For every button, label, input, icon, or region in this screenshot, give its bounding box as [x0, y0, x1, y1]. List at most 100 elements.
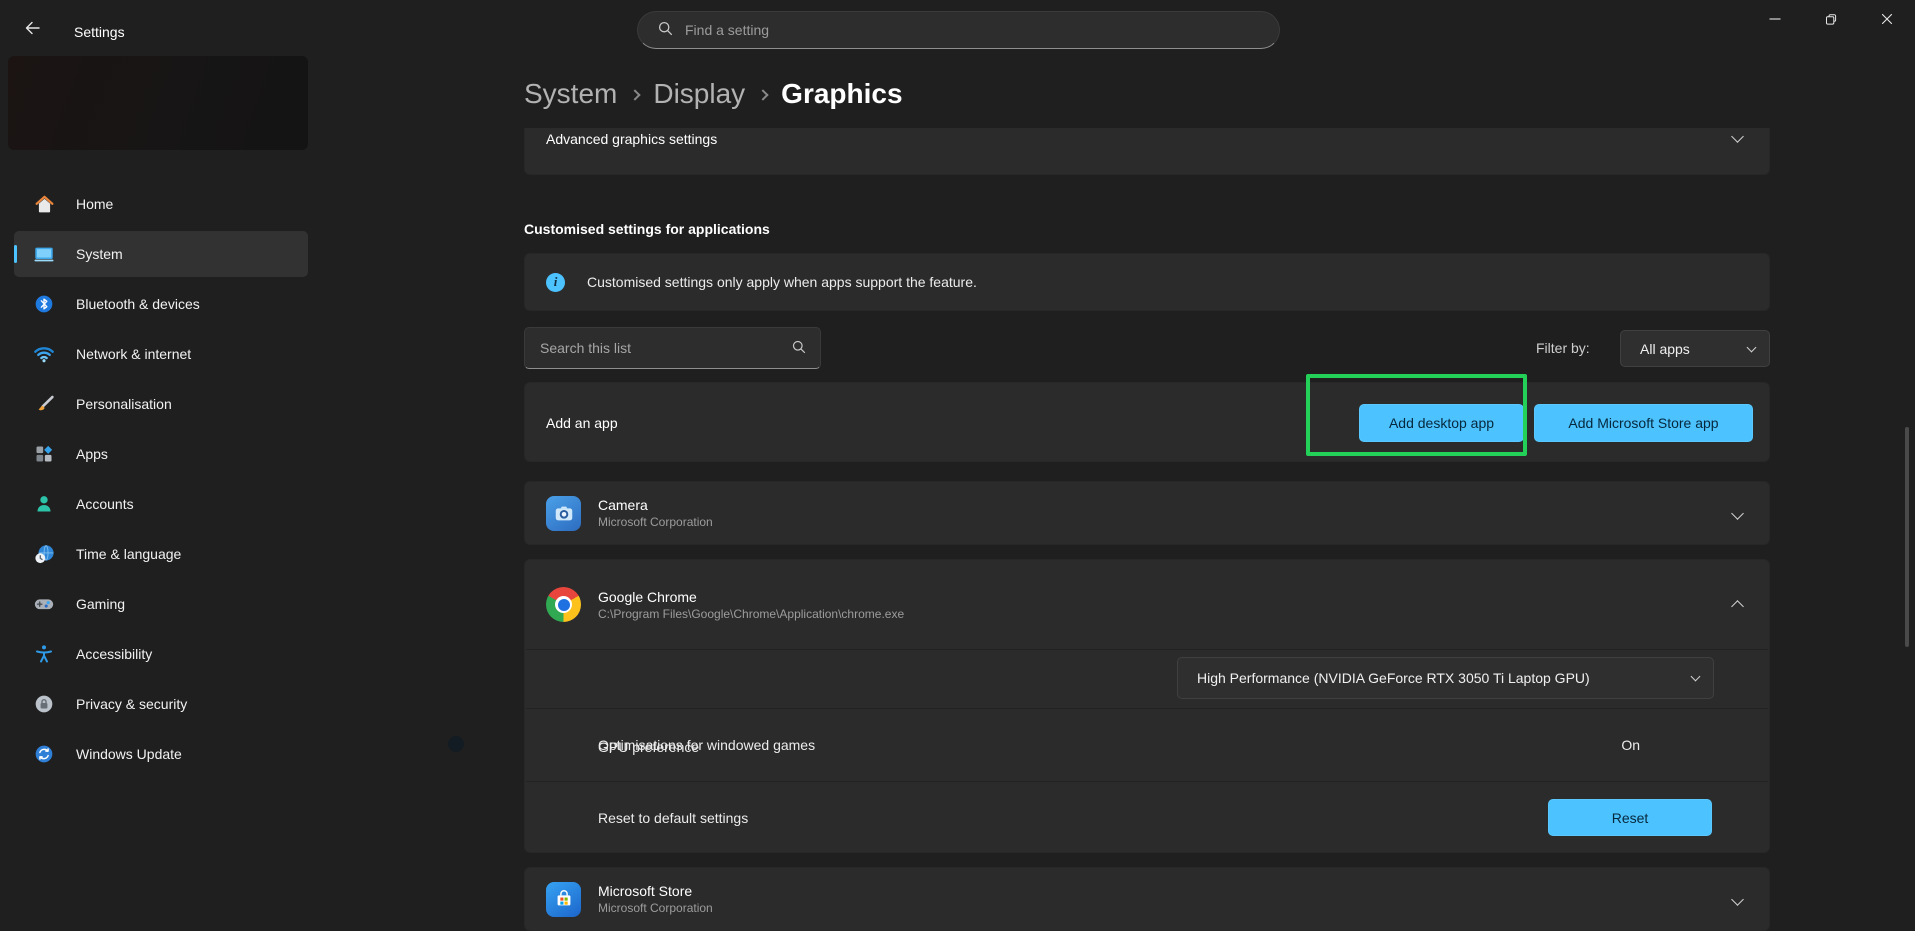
sidebar-label: Gaming — [76, 596, 125, 612]
bluetooth-icon — [33, 293, 55, 315]
camera-app-icon — [546, 496, 581, 531]
filter-value: All apps — [1640, 341, 1690, 357]
privacy-icon — [33, 693, 55, 715]
gpu-preference-dropdown[interactable]: High Performance (NVIDIA GeForce RTX 305… — [1177, 657, 1714, 699]
sidebar-item-accessibility[interactable]: Accessibility — [14, 631, 308, 677]
chevron-right-icon — [630, 89, 641, 100]
windowed-games-label: Optimisations for windowed games — [598, 737, 815, 753]
gaming-icon — [33, 593, 55, 615]
app-card-google-chrome: Google Chrome C:\Program Files\Google\Ch… — [524, 559, 1770, 853]
app-row-google-chrome[interactable]: Google Chrome C:\Program Files\Google\Ch… — [525, 560, 1769, 649]
breadcrumb-display[interactable]: Display — [653, 78, 745, 110]
app-row-microsoft-store[interactable]: Microsoft Store Microsoft Corporation — [524, 867, 1770, 931]
system-icon — [33, 243, 55, 265]
sidebar-item-network-internet[interactable]: Network & internet — [14, 331, 308, 377]
accounts-icon — [33, 493, 55, 515]
app-row-camera[interactable]: Camera Microsoft Corporation — [524, 481, 1770, 545]
back-button[interactable] — [14, 12, 50, 46]
chevron-right-icon — [758, 89, 769, 100]
app-name: Microsoft Store — [598, 882, 713, 900]
search-icon — [658, 21, 673, 39]
sidebar-item-accounts[interactable]: Accounts — [14, 481, 308, 527]
close-icon — [1881, 13, 1893, 28]
sidebar-item-time-language[interactable]: Time & language — [14, 531, 308, 577]
sidebar-item-bluetooth-devices[interactable]: Bluetooth & devices — [14, 281, 308, 327]
chevron-down-icon[interactable] — [1731, 893, 1744, 906]
divider — [526, 649, 1768, 650]
add-an-app-row: Add an app Add desktop app Add Microsoft… — [524, 382, 1770, 462]
window-controls — [1747, 0, 1915, 40]
accessibility-icon — [33, 643, 55, 665]
app-title: Settings — [74, 24, 125, 40]
find-setting-search[interactable] — [637, 11, 1280, 49]
minimize-icon — [1769, 13, 1781, 28]
find-setting-input[interactable] — [685, 22, 1263, 38]
info-text: Customised settings only apply when apps… — [587, 274, 977, 290]
google-chrome-app-icon — [546, 587, 581, 622]
sidebar-item-personalisation[interactable]: Personalisation — [14, 381, 308, 427]
sidebar-item-windows-update[interactable]: Windows Update — [14, 731, 308, 777]
app-name: Google Chrome — [598, 588, 904, 606]
sidebar-item-privacy-security[interactable]: Privacy & security — [14, 681, 308, 727]
sidebar-label: Home — [76, 196, 113, 212]
app-name: Camera — [598, 496, 713, 514]
search-this-list[interactable] — [524, 327, 821, 369]
restore-icon — [1825, 13, 1837, 28]
restore-button[interactable] — [1803, 0, 1859, 40]
breadcrumb: System Display Graphics — [524, 74, 903, 114]
close-button[interactable] — [1859, 0, 1915, 40]
info-bar: Customised settings only apply when apps… — [524, 253, 1770, 311]
sidebar-label: Privacy & security — [76, 696, 187, 712]
add-microsoft-store-app-button[interactable]: Add Microsoft Store app — [1534, 404, 1753, 442]
apps-icon — [33, 443, 55, 465]
breadcrumb-graphics: Graphics — [781, 78, 902, 110]
reset-default-label: Reset to default settings — [598, 810, 748, 826]
add-an-app-label: Add an app — [546, 415, 618, 431]
sidebar-label: Windows Update — [76, 746, 182, 762]
chevron-down-icon[interactable] — [1731, 507, 1744, 520]
advanced-graphics-settings-row[interactable]: Advanced graphics settings — [524, 128, 1770, 175]
personalisation-icon — [33, 393, 55, 415]
app-path: C:\Program Files\Google\Chrome\Applicati… — [598, 606, 904, 622]
add-desktop-app-button[interactable]: Add desktop app — [1359, 404, 1524, 442]
home-icon — [33, 193, 55, 215]
sidebar-label: Time & language — [76, 546, 181, 562]
app-publisher: Microsoft Corporation — [598, 514, 713, 530]
divider — [526, 781, 1768, 782]
filter-apps-dropdown[interactable]: All apps — [1620, 330, 1770, 367]
list-search-input[interactable] — [540, 340, 792, 356]
minimize-button[interactable] — [1747, 0, 1803, 40]
sidebar-label: System — [76, 246, 123, 262]
gpu-preference-value: High Performance (NVIDIA GeForce RTX 305… — [1197, 670, 1590, 686]
chevron-up-icon[interactable] — [1731, 600, 1744, 613]
divider — [526, 708, 1768, 709]
breadcrumb-system[interactable]: System — [524, 78, 617, 110]
sidebar-item-apps[interactable]: Apps — [14, 431, 308, 477]
sidebar-label: Accessibility — [76, 646, 152, 662]
windows-update-icon — [33, 743, 55, 765]
advanced-graphics-settings-label: Advanced graphics settings — [546, 131, 717, 147]
sidebar-label: Personalisation — [76, 396, 172, 412]
sidebar-item-gaming[interactable]: Gaming — [14, 581, 308, 627]
info-icon — [546, 273, 565, 292]
filter-by-label: Filter by: — [1536, 327, 1590, 369]
user-profile-redacted[interactable] — [8, 56, 308, 150]
search-icon — [792, 340, 806, 357]
reset-button[interactable]: Reset — [1548, 799, 1712, 836]
sidebar-label: Network & internet — [76, 346, 191, 362]
sidebar-label: Apps — [76, 446, 108, 462]
back-arrow-icon — [24, 20, 41, 39]
toggle-state-label: On — [1621, 737, 1640, 753]
network-icon — [33, 343, 55, 365]
sidebar-item-home[interactable]: Home — [14, 181, 308, 227]
chevron-down-icon — [1691, 672, 1701, 682]
time-language-icon — [33, 543, 55, 565]
settings-window: { "window": { "title": "Settings", "sear… — [0, 0, 1915, 927]
sidebar-item-system[interactable]: System — [14, 231, 308, 277]
chevron-down-icon — [1747, 342, 1757, 352]
sidebar-label: Accounts — [76, 496, 134, 512]
scrollbar-thumb[interactable] — [1905, 427, 1909, 647]
app-publisher: Microsoft Corporation — [598, 900, 713, 916]
chevron-down-icon[interactable] — [1731, 130, 1744, 143]
sidebar-label: Bluetooth & devices — [76, 296, 200, 312]
